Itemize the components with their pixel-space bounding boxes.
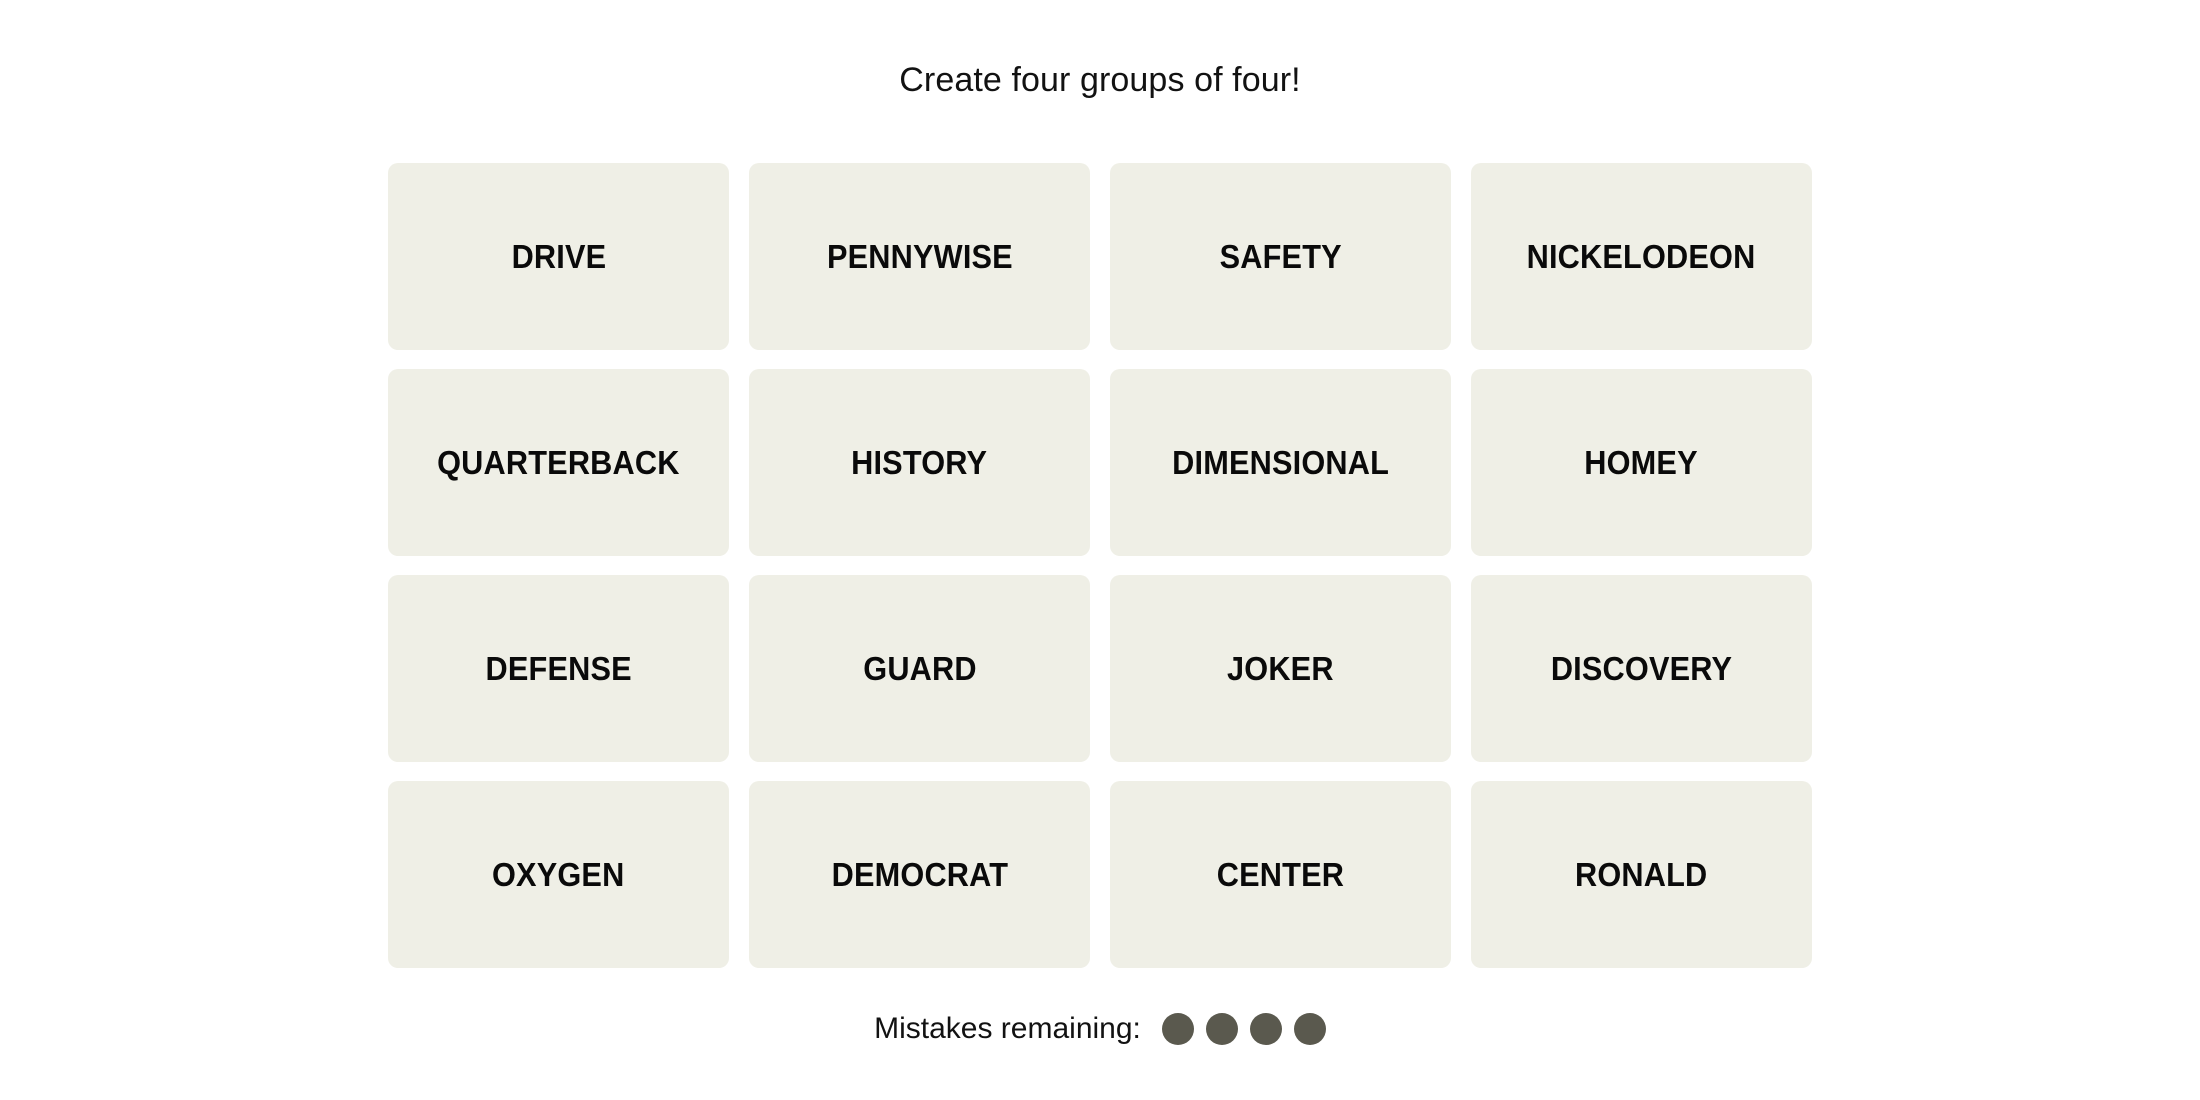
word-tile-label: OXYGEN — [492, 856, 625, 893]
word-tile[interactable]: HOMEY — [1471, 369, 1812, 556]
word-tile-label: DISCOVERY — [1550, 650, 1733, 687]
word-tile-label: DIMENSIONAL — [1172, 444, 1389, 481]
word-tile-label: PENNYWISE — [826, 238, 1013, 275]
word-tile-label: NICKELODEON — [1527, 238, 1756, 275]
word-tile[interactable]: QUARTERBACK — [388, 369, 729, 556]
instruction-text: Create four groups of four! — [899, 61, 1301, 99]
mistake-dot — [1205, 1013, 1238, 1045]
mistakes-remaining-label: Mistakes remaining: — [874, 1012, 1141, 1045]
word-tile-label: DEFENSE — [485, 650, 632, 687]
word-tile[interactable]: DRIVE — [388, 163, 729, 350]
word-tile-label: HISTORY — [851, 444, 988, 481]
word-tile-label: QUARTERBACK — [437, 444, 680, 481]
word-tile[interactable]: NICKELODEON — [1471, 163, 1812, 350]
mistake-dot — [1293, 1013, 1326, 1045]
word-tile[interactable]: DEMOCRAT — [749, 781, 1090, 968]
mistake-dot — [1161, 1013, 1194, 1045]
word-tile-label: RONALD — [1575, 856, 1708, 893]
word-tile[interactable]: JOKER — [1110, 575, 1451, 762]
word-tile[interactable]: GUARD — [749, 575, 1090, 762]
mistake-dot — [1249, 1013, 1282, 1045]
word-tile-label: DEMOCRAT — [831, 856, 1008, 893]
word-tile[interactable]: CENTER — [1110, 781, 1451, 968]
word-tile[interactable]: OXYGEN — [388, 781, 729, 968]
word-tile[interactable]: HISTORY — [749, 369, 1090, 556]
word-tile[interactable]: RONALD — [1471, 781, 1812, 968]
word-tile-label: JOKER — [1227, 650, 1334, 687]
word-tile-label: SAFETY — [1219, 238, 1342, 275]
word-tile[interactable]: DIMENSIONAL — [1110, 369, 1451, 556]
word-tile[interactable]: DISCOVERY — [1471, 575, 1812, 762]
word-tile-grid: DRIVE PENNYWISE SAFETY NICKELODEON QUARTERBA… — [388, 163, 1812, 968]
word-tile[interactable]: PENNYWISE — [749, 163, 1090, 350]
word-tile-label: GUARD — [862, 650, 977, 687]
word-tile[interactable]: DEFENSE — [388, 575, 729, 762]
connections-game: Create four groups of four! DRIVE PENNYWI… — [388, 0, 1812, 1045]
word-tile[interactable]: SAFETY — [1110, 163, 1451, 350]
word-tile-label: HOMEY — [1584, 444, 1699, 481]
word-tile-label: DRIVE — [511, 238, 606, 275]
word-tile-label: CENTER — [1216, 856, 1345, 893]
mistakes-remaining-row: Mistakes remaining: — [874, 1013, 1326, 1045]
mistake-dot-group — [1161, 1013, 1326, 1045]
